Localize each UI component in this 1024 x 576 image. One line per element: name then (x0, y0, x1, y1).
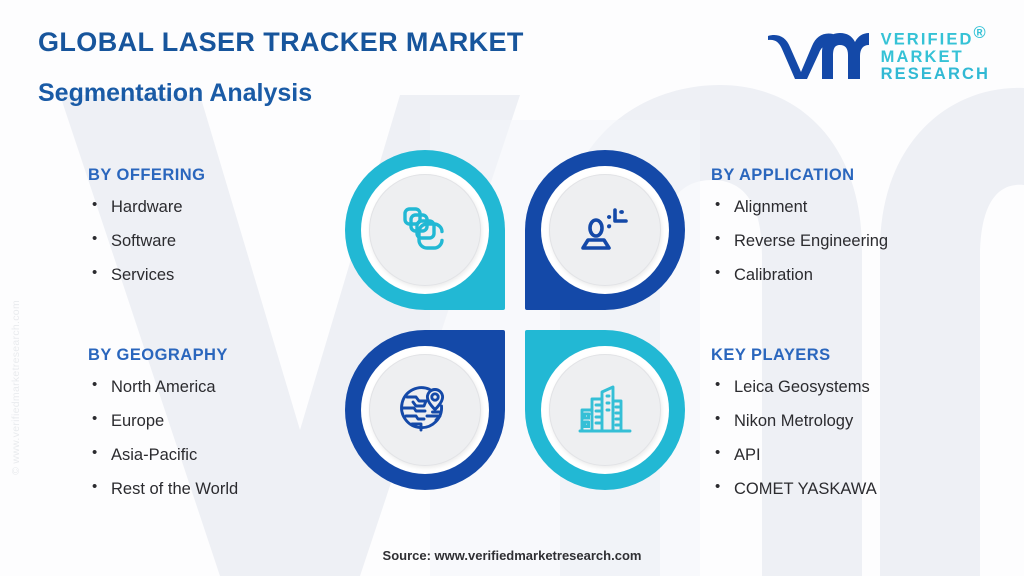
list-item: Asia-Pacific (88, 445, 238, 464)
person-alignment-icon (579, 204, 631, 256)
quadrant-inner (361, 166, 489, 294)
list-item: Leica Geosystems (711, 377, 877, 396)
segment-heading-key-players: KEY PLAYERS (711, 346, 831, 364)
list-item: Calibration (711, 265, 888, 284)
page-title: GLOBAL LASER TRACKER MARKET (38, 27, 524, 57)
segment-block-key-players: KEY PLAYERS Leica Geosystems Nikon Metro… (711, 346, 877, 515)
vmr-monogram-icon (766, 27, 869, 80)
quadrant-plate (549, 174, 661, 286)
city-buildings-icon (578, 383, 632, 437)
segment-list-geography: North America Europe Asia-Pacific Rest o… (88, 377, 238, 499)
quadrant-geography (345, 330, 505, 490)
page-subtitle: Segmentation Analysis (38, 79, 313, 107)
segment-block-application: BY APPLICATION Alignment Reverse Enginee… (711, 166, 888, 300)
list-item: COMET YASKAWA (711, 479, 877, 498)
quadrant-inner (541, 166, 669, 294)
globe-location-pin-icon (398, 383, 452, 437)
quadrant-inner (541, 346, 669, 474)
segment-list-key-players: Leica Geosystems Nikon Metrology API COM… (711, 377, 877, 499)
infographic-canvas: © www.verifiedmarketresearch.com GLOBAL … (0, 0, 1024, 576)
list-item: Reverse Engineering (711, 231, 888, 250)
segment-heading-offering: BY OFFERING (88, 166, 206, 184)
quadrant-plate (369, 354, 481, 466)
vertical-copyright-watermark: © www.verifiedmarketresearch.com (10, 300, 22, 475)
list-item: Software (88, 231, 205, 250)
list-item: Services (88, 265, 205, 284)
logo-line-verified: VERIFIED® (880, 24, 988, 49)
quadrant-offering (345, 150, 505, 310)
segment-list-offering: Hardware Software Services (88, 197, 205, 284)
segment-heading-geography: BY GEOGRAPHY (88, 346, 228, 364)
quadrant-key-players (525, 330, 685, 490)
registered-mark-icon: ® (973, 24, 988, 42)
list-item: Europe (88, 411, 238, 430)
list-item: North America (88, 377, 238, 396)
stacked-layers-icon (399, 204, 451, 256)
quadrant-plate (549, 354, 661, 466)
logo-wordmark: VERIFIED® MARKET RESEARCH (881, 24, 990, 83)
segment-block-geography: BY GEOGRAPHY North America Europe Asia-P… (88, 346, 238, 515)
logo-line-market: MARKET (880, 47, 964, 66)
list-item: Nikon Metrology (711, 411, 877, 430)
vmr-logo: VERIFIED® MARKET RESEARCH (766, 24, 990, 83)
quadrant-application (525, 150, 685, 310)
source-caption: Source: www.verifiedmarketresearch.com (382, 548, 642, 563)
list-item: Alignment (711, 197, 888, 216)
list-item: Hardware (88, 197, 205, 216)
quadrant-inner (361, 346, 489, 474)
segment-list-application: Alignment Reverse Engineering Calibratio… (711, 197, 888, 284)
segment-heading-application: BY APPLICATION (711, 166, 855, 184)
list-item: API (711, 445, 877, 464)
quadrant-plate (369, 174, 481, 286)
list-item: Rest of the World (88, 479, 238, 498)
segment-block-offering: BY OFFERING Hardware Software Services (88, 166, 205, 300)
quadrant-diagram (345, 150, 685, 490)
logo-line-research: RESEARCH (880, 64, 990, 83)
